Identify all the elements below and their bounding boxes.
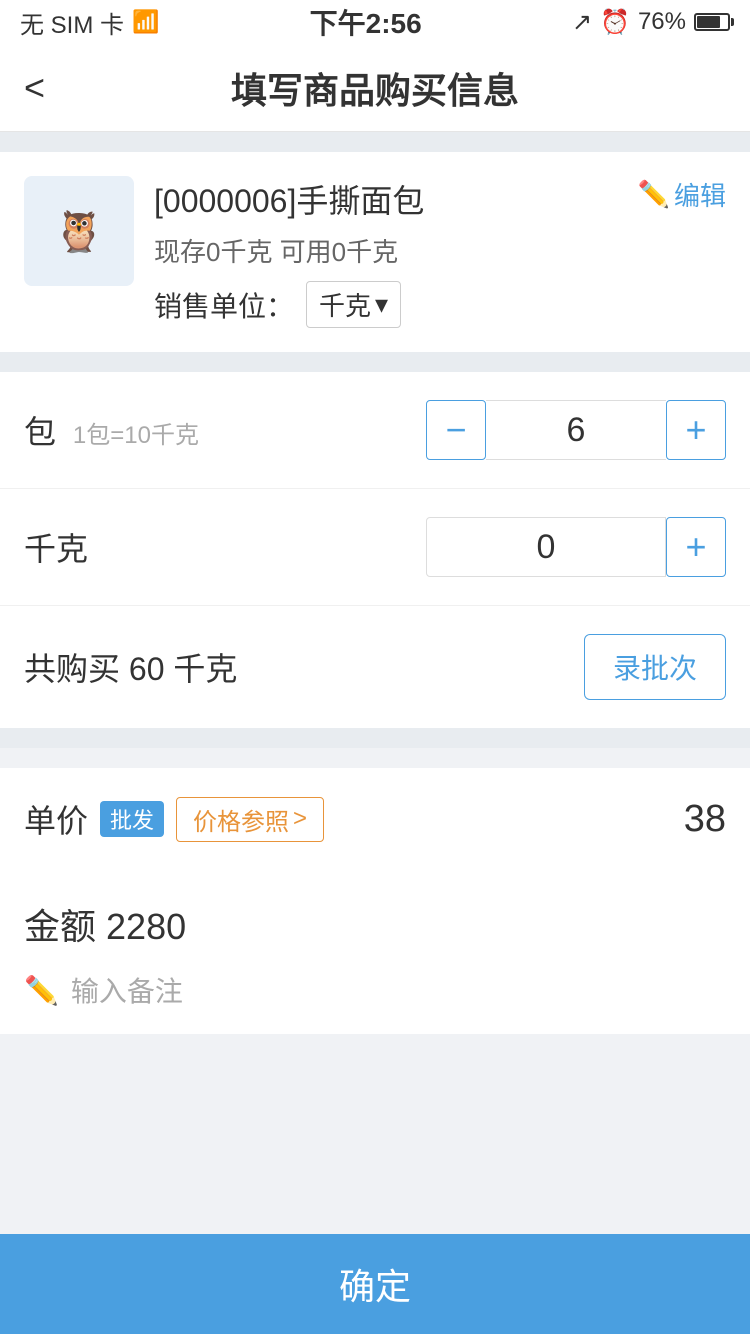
- battery-text: 76%: [638, 8, 686, 36]
- price-reference-button[interactable]: 价格参照 >: [176, 797, 324, 842]
- bag-sub-label: 1包=10千克: [73, 422, 199, 449]
- footer-spacer: [0, 1034, 750, 1154]
- form-section: 包 1包=10千克 − + 千克 +: [0, 372, 750, 606]
- status-bar: 无 SIM 卡 📶 下午2:56 ↗ ⏰ 76%: [0, 0, 750, 44]
- kg-increment-button[interactable]: +: [666, 517, 726, 577]
- edit-button[interactable]: ✏️ 编辑: [638, 176, 726, 213]
- kg-quantity-input[interactable]: [426, 517, 666, 577]
- edit-label: 编辑: [674, 176, 726, 213]
- product-card: 🦉 [0000006]手撕面包 ✏️ 编辑 现存0千克 可用0千克 销售单位： …: [0, 152, 750, 352]
- nav-bar: < 填写商品购买信息: [0, 44, 750, 132]
- summary-row: 共购买 60 千克 录批次: [0, 606, 750, 728]
- status-right: ↗ ⏰ 76%: [572, 8, 730, 37]
- wifi-icon: 📶: [132, 9, 159, 35]
- edit-icon: ✏️: [638, 179, 670, 210]
- price-section: 单价 批发 价格参照 > 38: [0, 768, 750, 870]
- mid-divider-1: [0, 352, 750, 372]
- form-row-kg: 千克 +: [0, 489, 750, 606]
- kg-quantity-control: +: [426, 517, 726, 577]
- note-icon: ✏️: [24, 974, 59, 1007]
- product-stock: 现存0千克 可用0千克: [154, 232, 726, 269]
- dropdown-arrow-icon: ▾: [375, 289, 388, 320]
- confirm-footer[interactable]: 确定: [0, 1234, 750, 1334]
- page-title: 填写商品购买信息: [231, 62, 519, 114]
- summary-text: 共购买 60 千克: [24, 644, 237, 690]
- unit-label: 销售单位：: [154, 285, 294, 325]
- note-placeholder: 输入备注: [71, 970, 183, 1010]
- price-label: 单价: [24, 796, 88, 842]
- carrier-text: 无 SIM 卡: [20, 5, 124, 40]
- confirm-button[interactable]: 确定: [339, 1258, 411, 1310]
- price-value: 38: [684, 798, 726, 841]
- product-name: [0000006]手撕面包: [154, 176, 424, 222]
- price-ref-arrow-icon: >: [293, 805, 307, 833]
- bag-decrement-button[interactable]: −: [426, 400, 486, 460]
- product-unit-row: 销售单位： 千克 ▾: [154, 281, 726, 328]
- status-left: 无 SIM 卡 📶: [20, 5, 159, 40]
- amount-value: 2280: [106, 906, 186, 947]
- price-batch-tag: 批发: [100, 801, 164, 837]
- top-divider: [0, 132, 750, 152]
- bag-increment-button[interactable]: +: [666, 400, 726, 460]
- status-time: 下午2:56: [310, 2, 422, 42]
- note-row[interactable]: ✏️ 输入备注: [24, 970, 726, 1010]
- bag-quantity-control: − +: [426, 400, 726, 460]
- kg-label: 千克: [24, 524, 88, 570]
- bag-label: 包 1包=10千克: [24, 407, 199, 453]
- bag-quantity-input[interactable]: [486, 400, 666, 460]
- unit-value: 千克: [319, 286, 371, 323]
- amount-text: 金额 2280: [24, 898, 726, 950]
- unit-select[interactable]: 千克 ▾: [306, 281, 401, 328]
- location-icon: ↗: [572, 8, 592, 37]
- battery-icon: [694, 13, 730, 31]
- batch-button[interactable]: 录批次: [584, 634, 726, 700]
- product-thumbnail: 🦉: [24, 176, 134, 286]
- form-row-bag: 包 1包=10千克 − +: [0, 372, 750, 489]
- product-top-row: [0000006]手撕面包 ✏️ 编辑: [154, 176, 726, 232]
- price-left: 单价 批发 价格参照 >: [24, 796, 324, 842]
- product-info: [0000006]手撕面包 ✏️ 编辑 现存0千克 可用0千克 销售单位： 千克…: [154, 176, 726, 328]
- mid-divider-2: [0, 728, 750, 748]
- back-button[interactable]: <: [24, 67, 45, 109]
- amount-section: 金额 2280 ✏️ 输入备注: [0, 870, 750, 1034]
- price-row: 单价 批发 价格参照 > 38: [24, 796, 726, 842]
- price-ref-label: 价格参照: [193, 802, 289, 837]
- alarm-icon: ⏰: [600, 8, 630, 37]
